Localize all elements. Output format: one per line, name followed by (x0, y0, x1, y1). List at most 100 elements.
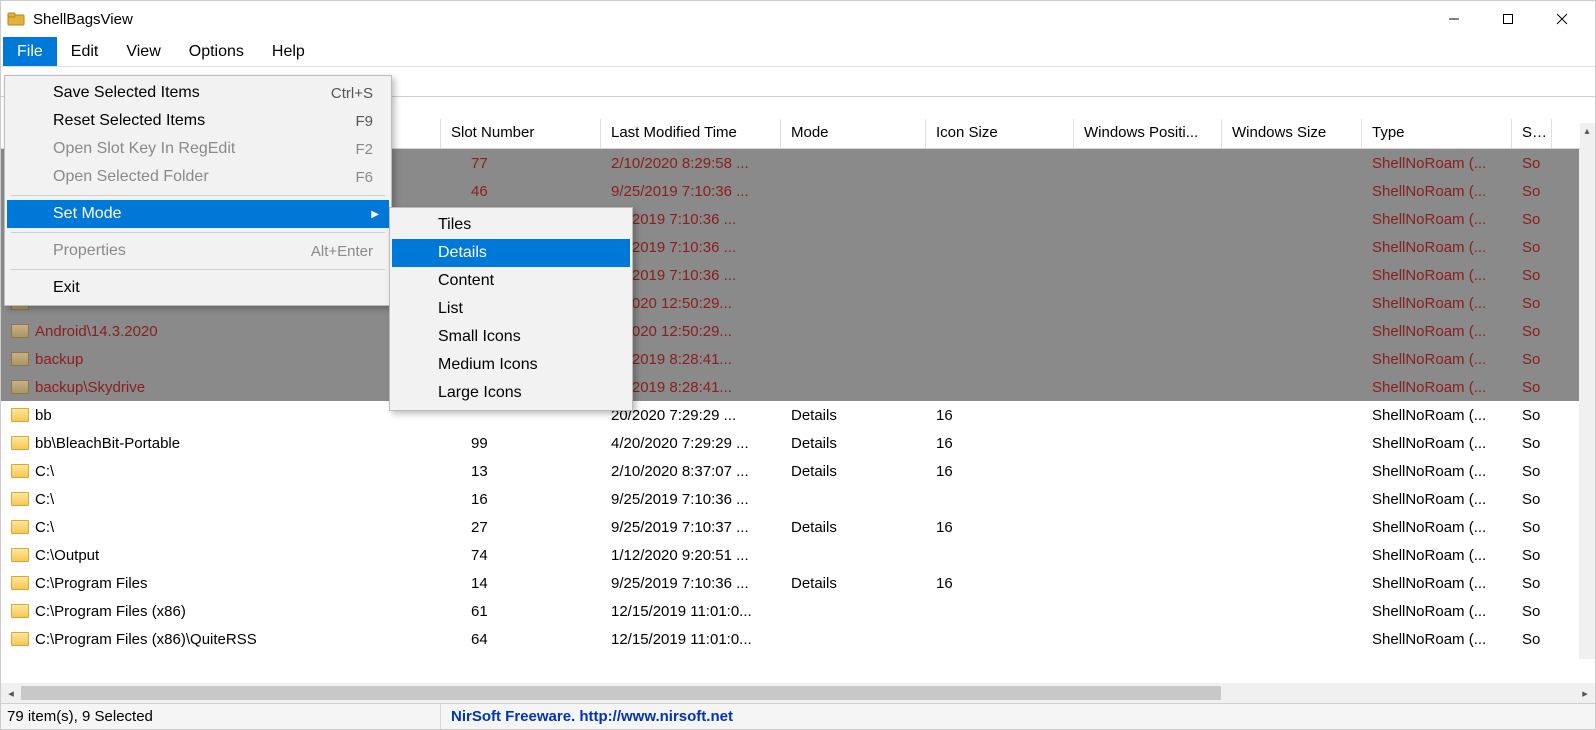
cell-mode (781, 244, 926, 250)
scroll-thumb[interactable] (21, 686, 1221, 700)
cell-mode (781, 496, 926, 502)
scroll-left-icon[interactable]: ◂ (1, 683, 21, 703)
cell-name: bb\BleachBit-Portable (1, 432, 441, 455)
cell-time: 2/10/2020 8:29:58 ... (601, 152, 781, 175)
cell-slk: So (1512, 432, 1552, 455)
cell-empty (1074, 496, 1222, 502)
cell-slk: So (1512, 544, 1552, 567)
cell-empty (1222, 300, 1362, 306)
table-row[interactable]: Android\14.3.20204/2020 12:50:29...Shell… (1, 317, 1580, 345)
menu-edit[interactable]: Edit (57, 37, 113, 66)
cell-empty (1074, 188, 1222, 194)
cell-empty (1074, 272, 1222, 278)
cell-name: backup (1, 348, 441, 371)
minimize-button[interactable] (1427, 3, 1481, 35)
cell-name: bb (1, 404, 441, 427)
cell-isize (926, 608, 1074, 614)
cell-slot: 61 (441, 600, 601, 623)
row-name-text: C:\Program Files (x86) (35, 603, 186, 620)
cell-mode (781, 272, 926, 278)
table-row[interactable]: C:\169/25/2019 7:10:36 ...ShellNoRoam (.… (1, 485, 1580, 513)
table-row[interactable]: backup\Skydrive17/2019 8:28:41...ShellNo… (1, 373, 1580, 401)
table-row[interactable]: C:\Program Files (x86)6112/15/2019 11:01… (1, 597, 1580, 625)
folder-icon (11, 520, 29, 534)
table-row[interactable]: C:\Program Files (x86)\QuiteRSS6412/15/2… (1, 625, 1580, 653)
column-header-time[interactable]: Last Modified Time (601, 119, 781, 148)
cell-mode: Details (781, 460, 926, 483)
cell-type: ShellNoRoam (... (1362, 320, 1512, 343)
menu-shortcut: F2 (355, 141, 373, 158)
submenu-item-details[interactable]: Details (392, 239, 630, 267)
cell-empty (1222, 636, 1362, 642)
menu-item-exit[interactable]: Exit (7, 274, 389, 302)
column-header-slk[interactable]: Sl... (1512, 119, 1552, 148)
submenu-item-tiles[interactable]: Tiles (392, 211, 630, 239)
cell-mode: Details (781, 432, 926, 455)
status-link[interactable]: NirSoft Freeware. http://www.nirsoft.net (441, 708, 733, 725)
cell-name: C:\ (1, 488, 441, 511)
column-header-mode[interactable]: Mode (781, 119, 926, 148)
menu-view[interactable]: View (112, 37, 174, 66)
cell-empty (1074, 468, 1222, 474)
submenu-item-medium-icons[interactable]: Medium Icons (392, 351, 630, 379)
menu-item-set-mode[interactable]: Set Mode (7, 200, 389, 228)
scroll-track[interactable] (21, 683, 1575, 703)
cell-type: ShellNoRoam (... (1362, 516, 1512, 539)
cell-time: 12/15/2019 11:01:0... (601, 628, 781, 651)
column-header-isize[interactable]: Icon Size (926, 119, 1074, 148)
submenu-item-list[interactable]: List (392, 295, 630, 323)
table-row[interactable]: C:\Output741/12/2020 9:20:51 ...ShellNoR… (1, 541, 1580, 569)
cell-empty (1074, 216, 1222, 222)
close-button[interactable] (1535, 3, 1589, 35)
column-header-type[interactable]: Type (1362, 119, 1512, 148)
cell-slk: So (1512, 180, 1552, 203)
vertical-scrollbar[interactable]: ▴ (1579, 123, 1595, 659)
menu-item-label: Set Mode (53, 205, 121, 223)
scroll-right-icon[interactable]: ▸ (1575, 683, 1595, 703)
menu-help[interactable]: Help (258, 37, 319, 66)
cell-isize: 16 (926, 404, 1074, 427)
cell-name: C:\Output (1, 544, 441, 567)
submenu-item-small-icons[interactable]: Small Icons (392, 323, 630, 351)
submenu-item-content[interactable]: Content (392, 267, 630, 295)
column-header-wpos[interactable]: Windows Positi... (1074, 119, 1222, 148)
table-row[interactable]: C:\132/10/2020 8:37:07 ...Details16Shell… (1, 457, 1580, 485)
folder-icon (11, 492, 29, 506)
folder-icon (11, 380, 29, 394)
maximize-button[interactable] (1481, 3, 1535, 35)
submenu-item-large-icons[interactable]: Large Icons (392, 379, 630, 407)
cell-time: 2/10/2020 8:37:07 ... (601, 460, 781, 483)
cell-slk: So (1512, 376, 1552, 399)
column-header-wsize[interactable]: Windows Size (1222, 119, 1362, 148)
column-header-slot[interactable]: Slot Number (441, 119, 601, 148)
cell-type: ShellNoRoam (... (1362, 152, 1512, 175)
cell-empty (1074, 580, 1222, 586)
cell-type: ShellNoRoam (... (1362, 404, 1512, 427)
cell-empty (1074, 160, 1222, 166)
menu-options[interactable]: Options (175, 37, 258, 66)
horizontal-scrollbar[interactable]: ◂ ▸ (1, 683, 1595, 703)
cell-empty (1222, 272, 1362, 278)
table-row[interactable]: bb\BleachBit-Portable994/20/2020 7:29:29… (1, 429, 1580, 457)
table-row[interactable]: backup17/2019 8:28:41...ShellNoRoam (...… (1, 345, 1580, 373)
folder-icon (11, 408, 29, 422)
cell-name: Android\14.3.2020 (1, 320, 441, 343)
table-row[interactable]: C:\Program Files149/25/2019 7:10:36 ...D… (1, 569, 1580, 597)
cell-isize: 16 (926, 572, 1074, 595)
menu-item-save-selected-items[interactable]: Save Selected ItemsCtrl+S (7, 79, 389, 107)
cell-type: ShellNoRoam (... (1362, 180, 1512, 203)
cell-type: ShellNoRoam (... (1362, 376, 1512, 399)
folder-icon (11, 576, 29, 590)
menu-item-reset-selected-items[interactable]: Reset Selected ItemsF9 (7, 107, 389, 135)
cell-mode: Details (781, 404, 926, 427)
menu-separator (11, 269, 385, 270)
window-controls (1427, 3, 1589, 35)
cell-empty (1222, 216, 1362, 222)
table-row[interactable]: C:\279/25/2019 7:10:37 ...Details16Shell… (1, 513, 1580, 541)
menu-shortcut: F9 (355, 113, 373, 130)
menu-item-label: Exit (53, 279, 80, 297)
table-row[interactable]: bb20/2020 7:29:29 ...Details16ShellNoRoa… (1, 401, 1580, 429)
scroll-up-icon[interactable]: ▴ (1579, 123, 1595, 139)
menu-item-properties: PropertiesAlt+Enter (7, 237, 389, 265)
menu-file[interactable]: File (3, 37, 57, 66)
